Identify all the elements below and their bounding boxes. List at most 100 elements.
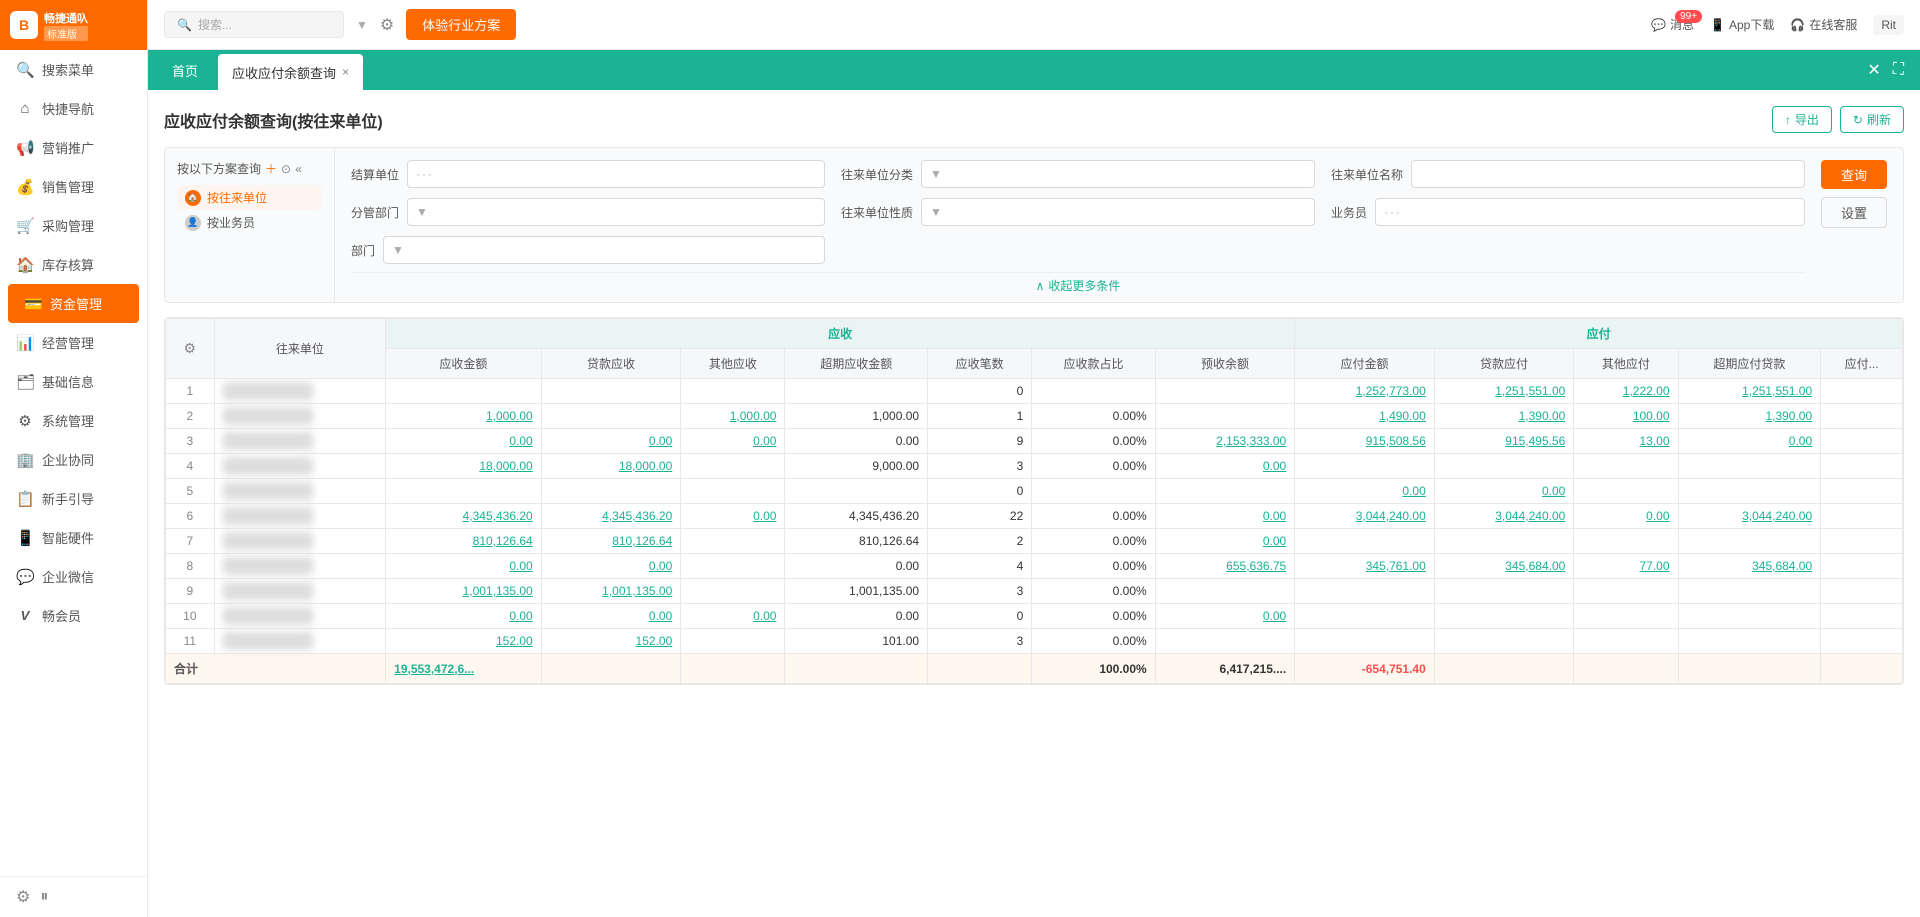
footer-label: 合计: [166, 654, 386, 684]
row-ar-pct: 0.00%: [1032, 429, 1155, 454]
sidebar-item-hardware[interactable]: 📱 智能硬件: [0, 518, 147, 557]
query-button[interactable]: 查询: [1821, 160, 1887, 189]
close-window-icon[interactable]: ✕: [1867, 60, 1880, 80]
search-field-company: 结算单位 ···: [351, 160, 825, 188]
row-ar-pct: 0.00%: [1032, 404, 1155, 429]
row-loan-ar: [541, 404, 681, 429]
collapse-scheme-icon[interactable]: «: [295, 162, 302, 176]
row-ar-pct: [1032, 379, 1155, 404]
th-group-ar: 应收: [386, 319, 1295, 349]
marketing-icon: 📢: [16, 139, 34, 157]
sidebar-item-warehouse[interactable]: 🏠 库存核算: [0, 245, 147, 284]
topbar-chevron-icon[interactable]: ▼: [356, 18, 368, 32]
search-option-unit[interactable]: 🏠 按往来单位: [177, 185, 322, 210]
row-overdue-ap: [1678, 529, 1821, 554]
row-other-ar: [681, 479, 785, 504]
add-scheme-icon[interactable]: ＋: [265, 160, 277, 177]
guide-icon: 📋: [16, 490, 34, 508]
row-other-ar: 0.00: [681, 429, 785, 454]
msg-badge: 99+: [1675, 10, 1702, 23]
topbar-messages[interactable]: 💬 消息 99+: [1651, 16, 1694, 33]
company-input[interactable]: ···: [407, 160, 825, 188]
salesman-input[interactable]: ···: [1375, 198, 1805, 226]
sidebar-item-corp[interactable]: 🏢 企业协同: [0, 440, 147, 479]
search-area: 按以下方案查询 ＋ ⊙ « 🏠 按往来单位 👤 按业务员: [164, 147, 1904, 303]
row-loan-ap: 3,044,240.00: [1434, 504, 1574, 529]
sidebar-item-fund[interactable]: 💳 资金管理: [8, 284, 139, 323]
row-overdue-ar: 4,345,436.20: [785, 504, 928, 529]
sidebar-item-quick[interactable]: ⌂ 快捷导航: [0, 89, 147, 128]
sidebar-item-system[interactable]: ⚙ 系统管理: [0, 401, 147, 440]
footer-settings-icon[interactable]: ⚙: [16, 887, 30, 907]
row-no: 3: [166, 429, 215, 454]
topbar-user[interactable]: Rit: [1873, 15, 1904, 35]
th-settings[interactable]: ⚙: [166, 319, 215, 379]
search-scheme-label: 按以下方案查询 ＋ ⊙ «: [177, 160, 322, 177]
close-tab-icon[interactable]: ×: [342, 65, 349, 79]
table-row: 11 152.00 152.00 101.00 3 0.00%: [166, 629, 1903, 654]
tab-home[interactable]: 首页: [156, 50, 214, 90]
row-other-ap: [1574, 579, 1678, 604]
sidebar-item-member[interactable]: V 畅会员: [0, 596, 147, 635]
sidebar-item-label: 经营管理: [42, 333, 94, 352]
row-no: 8: [166, 554, 215, 579]
sidebar-item-operation[interactable]: 📊 经营管理: [0, 323, 147, 362]
export-button[interactable]: ↑ 导出: [1772, 106, 1832, 133]
industry-btn[interactable]: 体验行业方案: [406, 9, 516, 40]
dept-input[interactable]: ▼: [407, 198, 825, 226]
collapse-conditions-btn[interactable]: ∧ 收起更多条件: [351, 272, 1805, 302]
partner-type-input[interactable]: ▼: [921, 160, 1315, 188]
partner-nature-input[interactable]: ▼: [921, 198, 1315, 226]
row-ap: 1,490.00: [1295, 404, 1435, 429]
row-loan-ap: [1434, 579, 1574, 604]
search-icon: 🔍: [177, 18, 192, 32]
search-field-partner-name: 往来单位名称: [1331, 160, 1805, 188]
row-overdue-ar: 0.00: [785, 604, 928, 629]
sub-dept-input[interactable]: ▼: [383, 236, 825, 264]
table-settings-icon[interactable]: ⚙: [184, 340, 197, 356]
row-overdue-ap: [1678, 629, 1821, 654]
sidebar-item-sales[interactable]: 💰 销售管理: [0, 167, 147, 206]
row-ap-more: [1821, 429, 1903, 454]
tab-active[interactable]: 应收应付余额查询 ×: [218, 54, 363, 90]
basic-icon: 🗂: [16, 373, 34, 391]
row-other-ar: 0.00: [681, 604, 785, 629]
table-row: 6 4,345,436.20 4,345,436.20 0.00 4,345,4…: [166, 504, 1903, 529]
page-content: 应收应付余额查询(按往来单位) ↑ 导出 ↻ 刷新 按以下方案查询: [148, 90, 1920, 917]
row-overdue-ap: 0.00: [1678, 429, 1821, 454]
sidebar-item-guide[interactable]: 📋 新手引导: [0, 479, 147, 518]
row-name: [214, 404, 386, 429]
sidebar-item-purchase[interactable]: 🛒 采购管理: [0, 206, 147, 245]
corp-icon: 🏢: [16, 451, 34, 469]
th-other-ap: 其他应付: [1574, 349, 1678, 379]
row-loan-ap: 345,684.00: [1434, 554, 1574, 579]
row-ap-more: [1821, 579, 1903, 604]
partner-name-input[interactable]: [1411, 160, 1805, 188]
edit-scheme-icon[interactable]: ⊙: [281, 162, 291, 176]
topbar-search[interactable]: 🔍 搜索...: [164, 11, 344, 38]
sidebar-item-wechat[interactable]: 💬 企业微信: [0, 557, 147, 596]
row-overdue-ap: [1678, 479, 1821, 504]
row-ap-more: [1821, 379, 1903, 404]
sidebar-item-label: 新手引导: [42, 489, 94, 508]
row-other-ap: 1,222.00: [1574, 379, 1678, 404]
row-ar-count: 0: [928, 604, 1032, 629]
row-name: [214, 579, 386, 604]
sidebar-item-marketing[interactable]: 📢 营销推广: [0, 128, 147, 167]
footer-collapse-icon[interactable]: ⏸: [40, 888, 48, 906]
topbar-gear-icon[interactable]: ⚙: [380, 15, 394, 35]
topbar-app[interactable]: 📱 App下载: [1710, 16, 1774, 33]
warehouse-icon: 🏠: [16, 256, 34, 274]
row-name: [214, 529, 386, 554]
sidebar-item-basic[interactable]: 🗂 基础信息: [0, 362, 147, 401]
row-overdue-ar: 810,126.64: [785, 529, 928, 554]
row-ar: [386, 479, 542, 504]
search-option-salesman[interactable]: 👤 按业务员: [177, 210, 322, 235]
settings-button[interactable]: 设置: [1821, 197, 1887, 228]
refresh-button[interactable]: ↻ 刷新: [1840, 106, 1904, 133]
sidebar-item-search[interactable]: 🔍 搜索菜单: [0, 50, 147, 89]
maximize-window-icon[interactable]: ⛶: [1893, 61, 1904, 79]
topbar-service[interactable]: 🎧 在线客服: [1790, 16, 1857, 33]
table-row: 10 0.00 0.00 0.00 0.00 0 0.00% 0.00: [166, 604, 1903, 629]
sidebar-item-label: 销售管理: [42, 177, 94, 196]
